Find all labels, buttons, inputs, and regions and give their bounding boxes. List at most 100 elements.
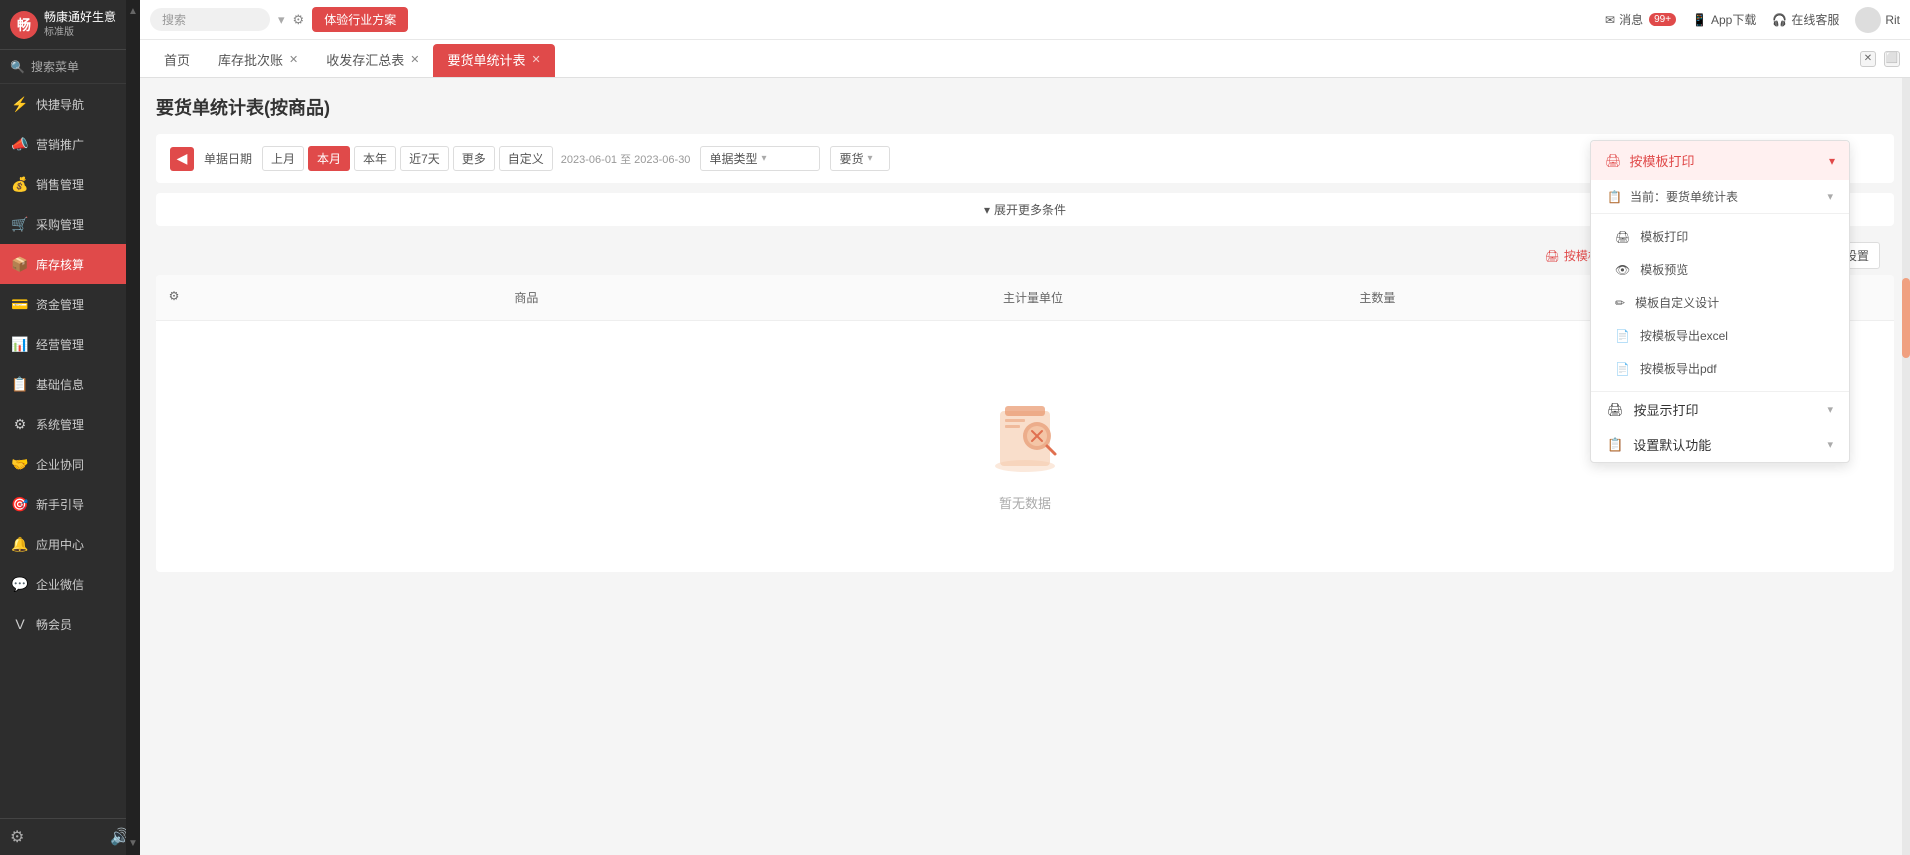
date-btn-more[interactable]: 更多 bbox=[453, 146, 495, 171]
dropdown-collapse-icon: ▾ bbox=[1829, 154, 1835, 168]
yh-select-arrow-icon: ▾ bbox=[867, 153, 872, 164]
topbar-right: ✉ 消息 99+ 📱 App下载 🎧 在线客服 Rit bbox=[1605, 7, 1900, 33]
settings-icon[interactable]: ⚙ bbox=[10, 827, 24, 847]
sidebar-item-purchase[interactable]: 🛒采购管理 bbox=[0, 204, 140, 244]
window-close-btn[interactable]: ✕ bbox=[1860, 51, 1876, 67]
date-range-label: 2023-06-01 至 2023-06-30 bbox=[561, 151, 691, 167]
sidebar-icon-collab: 🤝 bbox=[10, 454, 30, 474]
tab-order-stats[interactable]: 要货单统计表 ✕ bbox=[433, 44, 554, 77]
expand-button[interactable]: ▾ 展开更多条件 bbox=[984, 201, 1066, 218]
sidebar-item-member[interactable]: V畅会员 bbox=[0, 604, 140, 644]
date-btn-curr-month[interactable]: 本月 bbox=[308, 146, 350, 171]
dropdown-item-pdf[interactable]: 📄 按模板导出pdf bbox=[1591, 352, 1849, 385]
tab-inventory-batch[interactable]: 库存批次账 ✕ bbox=[204, 44, 312, 77]
sidebar-item-finance[interactable]: 💳资金管理 bbox=[0, 284, 140, 324]
sidebar-item-newbie[interactable]: 🎯新手引导 bbox=[0, 484, 140, 524]
dropdown-item-preview[interactable]: 👁 模板预览 bbox=[1591, 253, 1849, 286]
col-quantity: 主数量 bbox=[1205, 283, 1549, 312]
sidebar-item-operations[interactable]: 📊经营管理 bbox=[0, 324, 140, 364]
expand-icon: ▾ bbox=[984, 203, 990, 217]
tab-summary[interactable]: 收发存汇总表 ✕ bbox=[312, 44, 433, 77]
sidebar-item-marketing[interactable]: 📣营销推广 bbox=[0, 124, 140, 164]
sidebar-icon-operations: 📊 bbox=[10, 334, 30, 354]
sidebar-nav: ⚡快捷导航📣营销推广💰销售管理🛒采购管理📦库存核算💳资金管理📊经营管理📋基础信息… bbox=[0, 84, 140, 818]
scroll-up-arrow[interactable]: ▲ bbox=[128, 6, 138, 17]
tab-close-summary[interactable]: ✕ bbox=[410, 53, 419, 66]
printer-icon: 🖨 bbox=[1605, 153, 1622, 169]
col-product: 商品 bbox=[192, 283, 861, 312]
yh-select[interactable]: 要货 ▾ bbox=[830, 146, 890, 171]
window-maximize-btn[interactable]: ⬜ bbox=[1884, 51, 1900, 67]
sidebar: 畅 畅康通好生意 标准版 🔍 搜索菜单 ⚡快捷导航📣营销推广💰销售管理🛒采购管理… bbox=[0, 0, 140, 855]
date-btn-year[interactable]: 本年 bbox=[354, 146, 396, 171]
window-controls: ✕ ⬜ bbox=[1860, 51, 1900, 67]
app-download-item[interactable]: 📱 App下载 bbox=[1692, 11, 1756, 28]
sidebar-icon-basic: 📋 bbox=[10, 374, 30, 394]
message-item[interactable]: ✉ 消息 99+ bbox=[1605, 11, 1676, 28]
col-settings[interactable]: ⚙ bbox=[156, 283, 192, 312]
tabbar: 首页 库存批次账 ✕ 收发存汇总表 ✕ 要货单统计表 ✕ ✕ ⬜ bbox=[140, 40, 1910, 78]
topbar-search-box[interactable]: 搜索 bbox=[150, 8, 270, 31]
sidebar-item-wechat[interactable]: 💬企业微信 bbox=[0, 564, 140, 604]
dropdown-item-excel[interactable]: 📄 按模板导出excel bbox=[1591, 319, 1849, 352]
scroll-down-arrow[interactable]: ▼ bbox=[128, 838, 138, 849]
logo-icon: 畅 bbox=[10, 11, 38, 39]
sidebar-icon-inventory: 📦 bbox=[10, 254, 30, 274]
dropdown-item-default-func[interactable]: 📋 设置默认功能 ▾ bbox=[1591, 427, 1849, 462]
sidebar-icon-newbie: 🎯 bbox=[10, 494, 30, 514]
sidebar-icon-sales: 💰 bbox=[10, 174, 30, 194]
topbar-dropdown-icon[interactable]: ▾ bbox=[278, 12, 285, 28]
print2-icon: 🖨 bbox=[1615, 230, 1630, 244]
col-unit: 主计量单位 bbox=[861, 283, 1205, 312]
dropdown-item-display-print[interactable]: 🖨 按显示打印 ▾ bbox=[1591, 392, 1849, 427]
date-btn-prev-month[interactable]: 上月 bbox=[262, 146, 304, 171]
sidebar-item-inventory[interactable]: 📦库存核算 bbox=[0, 244, 140, 284]
sidebar-item-basic[interactable]: 📋基础信息 bbox=[0, 364, 140, 404]
sidebar-item-appstore[interactable]: 🔔应用中心 bbox=[0, 524, 140, 564]
tab-close-inventory[interactable]: ✕ bbox=[289, 53, 298, 66]
pdf-icon: 📄 bbox=[1615, 362, 1630, 376]
topbar-left: 搜索 ▾ ⚙ 体验行业方案 bbox=[150, 7, 408, 32]
headset-icon: 🎧 bbox=[1772, 13, 1787, 27]
sidebar-scrollbar: ▲ ▼ bbox=[126, 0, 140, 855]
date-btn-7days[interactable]: 近7天 bbox=[400, 146, 449, 171]
filter-toggle-button[interactable]: ◀ bbox=[170, 147, 194, 171]
current-arrow-icon: ▾ bbox=[1827, 190, 1833, 203]
sidebar-item-quick-nav[interactable]: ⚡快捷导航 bbox=[0, 84, 140, 124]
promo-button[interactable]: 体验行业方案 bbox=[312, 7, 408, 32]
message-icon: ✉ bbox=[1605, 13, 1615, 27]
doc-type-select[interactable]: 单据类型 ▾ bbox=[700, 146, 820, 171]
current-template-row[interactable]: 📋 当前：要货单统计表 ▾ bbox=[1591, 180, 1849, 214]
logo-text: 畅康通好生意 标准版 bbox=[44, 10, 116, 39]
sidebar-item-system[interactable]: ⚙系统管理 bbox=[0, 404, 140, 444]
sidebar-item-collab[interactable]: 🤝企业协同 bbox=[0, 444, 140, 484]
date-options: 上月 本月 本年 近7天 更多 自定义 2023-06-01 至 2023-06… bbox=[262, 146, 690, 171]
search-icon: 🔍 bbox=[10, 60, 25, 74]
tab-home[interactable]: 首页 bbox=[150, 44, 204, 77]
empty-text: 暂无数据 bbox=[999, 493, 1051, 512]
select-arrow-icon: ▾ bbox=[761, 153, 766, 164]
dropdown-header[interactable]: 🖨 按模板打印 ▾ bbox=[1591, 141, 1849, 180]
user-info[interactable]: Rit bbox=[1855, 7, 1900, 33]
tab-close-order-stats[interactable]: ✕ bbox=[532, 53, 541, 66]
date-btn-custom[interactable]: 自定义 bbox=[499, 146, 553, 171]
right-scrollbar[interactable] bbox=[1902, 78, 1910, 855]
dropdown-section-items: 🖨 模板打印 👁 模板预览 ✏ 模板自定义设计 📄 按模板导出excel 📄 按… bbox=[1591, 214, 1849, 392]
dropdown-item-print[interactable]: 🖨 模板打印 bbox=[1591, 220, 1849, 253]
page-title: 要货单统计表(按商品) bbox=[156, 94, 1894, 120]
display-print-arrow: ▾ bbox=[1827, 403, 1833, 416]
online-service-item[interactable]: 🎧 在线客服 bbox=[1772, 11, 1839, 28]
default-func-icon: 📋 bbox=[1607, 437, 1623, 453]
dropdown-item-design[interactable]: ✏ 模板自定义设计 bbox=[1591, 286, 1849, 319]
empty-illustration bbox=[975, 381, 1075, 481]
user-avatar bbox=[1855, 7, 1881, 33]
eye-icon: 👁 bbox=[1615, 263, 1630, 277]
sidebar-icon-appstore: 🔔 bbox=[10, 534, 30, 554]
template-icon: 📋 bbox=[1607, 190, 1622, 204]
sidebar-search[interactable]: 🔍 搜索菜单 bbox=[0, 50, 140, 84]
topbar: 搜索 ▾ ⚙ 体验行业方案 ✉ 消息 99+ 📱 App下载 🎧 在线客服 Ri… bbox=[140, 0, 1910, 40]
message-badge: 99+ bbox=[1649, 13, 1676, 26]
topbar-settings-icon[interactable]: ⚙ bbox=[293, 12, 305, 28]
phone-icon: 📱 bbox=[1692, 13, 1707, 27]
sidebar-item-sales[interactable]: 💰销售管理 bbox=[0, 164, 140, 204]
